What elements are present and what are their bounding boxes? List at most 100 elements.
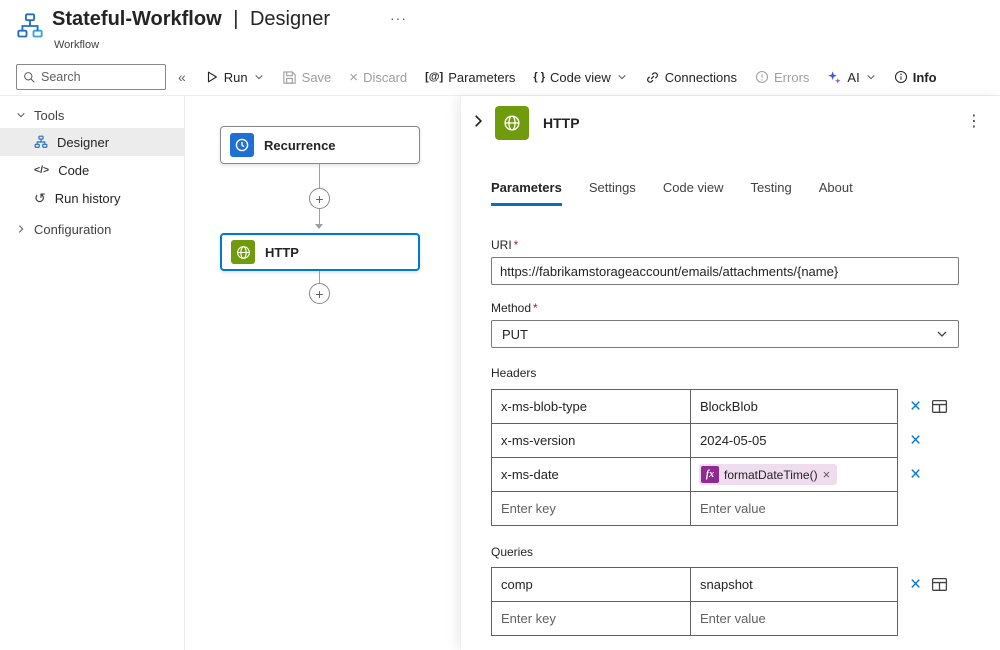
panel-title: HTTP: [543, 115, 580, 131]
tab-settings[interactable]: Settings: [589, 180, 636, 206]
info-button[interactable]: Info: [885, 63, 946, 91]
required-asterisk: *: [513, 238, 519, 252]
tab-parameters[interactable]: Parameters: [491, 180, 562, 206]
search-input[interactable]: [41, 70, 159, 84]
query-value-input[interactable]: [691, 577, 897, 592]
header-key-cell: [491, 389, 691, 424]
table-mode-button[interactable]: [931, 577, 948, 593]
node-http[interactable]: HTTP: [220, 233, 420, 271]
code-label: Code: [58, 162, 90, 178]
connector-line: [319, 271, 320, 283]
query-key-input[interactable]: [492, 577, 690, 592]
run-button[interactable]: Run: [196, 63, 273, 91]
ai-button[interactable]: AI: [818, 63, 884, 91]
chevron-down-icon: [254, 72, 264, 82]
query-key-cell: [491, 601, 691, 636]
chevron-down-icon: [936, 328, 948, 340]
uri-label: URI *: [491, 238, 518, 252]
tab-about[interactable]: About: [819, 180, 853, 206]
delete-row-button[interactable]: ×: [910, 465, 921, 484]
header-row-empty: [491, 491, 948, 526]
header-key-input[interactable]: [492, 399, 690, 414]
sidebar-item-run-history[interactable]: ↺ Run history: [0, 184, 184, 212]
connections-button[interactable]: Connections: [636, 63, 746, 91]
configuration-label: Configuration: [34, 221, 112, 237]
panel-tabs: Parameters Settings Code view Testing Ab…: [491, 180, 880, 206]
app-header: Stateful-Workflow | Designer ··· Workflo…: [0, 0, 1000, 58]
code-view-button[interactable]: { } Code view: [524, 63, 635, 91]
expression-token-label: formatDateTime(): [724, 467, 818, 482]
search-box: [16, 64, 166, 90]
query-key-input[interactable]: [492, 611, 690, 626]
header-key-input[interactable]: [492, 433, 690, 448]
node-recurrence[interactable]: Recurrence: [220, 126, 420, 164]
sidebar-item-code[interactable]: </> Code: [0, 156, 184, 184]
code-view-label: Code view: [550, 69, 611, 85]
tab-testing[interactable]: Testing: [751, 180, 792, 206]
add-action-button[interactable]: +: [309, 188, 330, 209]
tree-group-tools[interactable]: Tools: [0, 102, 184, 128]
panel-menu-button[interactable]: ⋮: [966, 111, 982, 131]
collapse-sidebar-button[interactable]: «: [174, 67, 190, 87]
uri-input[interactable]: [491, 257, 959, 285]
http-label: HTTP: [265, 244, 299, 260]
parameters-button[interactable]: [@] Parameters: [416, 63, 524, 91]
header-value-input[interactable]: [691, 501, 897, 516]
sidebar: Tools Designer </> Code ↺ Run history Co…: [0, 96, 185, 650]
query-value-input[interactable]: [691, 611, 897, 626]
header-key-input[interactable]: [492, 501, 690, 516]
method-select[interactable]: PUT: [491, 320, 959, 348]
workflow-name: Stateful-Workflow: [52, 8, 222, 30]
queries-label: Queries: [491, 545, 534, 559]
delete-row-button[interactable]: ×: [910, 431, 921, 450]
header-row: ×: [491, 389, 948, 424]
header-value-cell: fx formatDateTime() ×: [690, 457, 898, 492]
header-row: ×: [491, 423, 948, 458]
remove-token-button[interactable]: ×: [823, 468, 831, 481]
errors-button[interactable]: Errors: [746, 63, 818, 91]
link-icon: [645, 70, 660, 85]
save-label: Save: [301, 69, 332, 85]
designer-label: Designer: [57, 134, 110, 150]
chevron-right-icon: [16, 224, 26, 234]
header-value-input[interactable]: [691, 399, 897, 414]
search-icon: [23, 71, 36, 84]
parameters-icon: [@]: [425, 71, 444, 83]
play-icon: [205, 70, 219, 84]
run-history-label: Run history: [54, 190, 121, 206]
method-label-text: Method: [491, 301, 532, 315]
header-value-input[interactable]: [691, 433, 897, 448]
query-value-cell: [690, 601, 898, 636]
headers-table: × × fx formatDateTime() ×: [491, 389, 948, 526]
tree-group-configuration[interactable]: Configuration: [0, 216, 184, 242]
connector-line: [319, 164, 320, 188]
info-label: Info: [912, 69, 937, 85]
query-row: ×: [491, 567, 948, 602]
discard-button[interactable]: × Discard: [340, 63, 416, 91]
toolbar: « Run Save × Discard [@] Parameters { } …: [0, 60, 1000, 94]
method-label: Method *: [491, 301, 538, 315]
header-row: fx formatDateTime() × ×: [491, 457, 948, 492]
chevron-down-icon: [16, 110, 26, 120]
add-action-button[interactable]: +: [309, 283, 330, 304]
more-commands-button[interactable]: ···: [390, 10, 407, 26]
collapse-panel-button[interactable]: [471, 114, 485, 128]
http-globe-icon: [231, 240, 255, 264]
header-key-input[interactable]: [492, 467, 690, 482]
braces-icon: { }: [533, 71, 546, 83]
tab-code-view[interactable]: Code view: [663, 180, 724, 206]
sidebar-item-designer[interactable]: Designer: [0, 128, 184, 156]
delete-row-button[interactable]: ×: [910, 575, 921, 594]
chevron-down-icon: [866, 72, 876, 82]
http-details-panel: HTTP ⋮ Parameters Settings Code view Tes…: [460, 96, 1000, 650]
save-button[interactable]: Save: [273, 63, 341, 91]
recurrence-clock-icon: [230, 133, 254, 157]
required-asterisk: *: [533, 301, 538, 315]
table-mode-button[interactable]: [931, 399, 948, 415]
expression-token[interactable]: fx formatDateTime() ×: [699, 464, 838, 485]
history-icon: ↺: [34, 190, 46, 206]
code-icon: </>: [34, 164, 50, 176]
delete-row-button[interactable]: ×: [910, 397, 921, 416]
header-value-cell: [690, 389, 898, 424]
title-mode: Designer: [249, 8, 331, 30]
